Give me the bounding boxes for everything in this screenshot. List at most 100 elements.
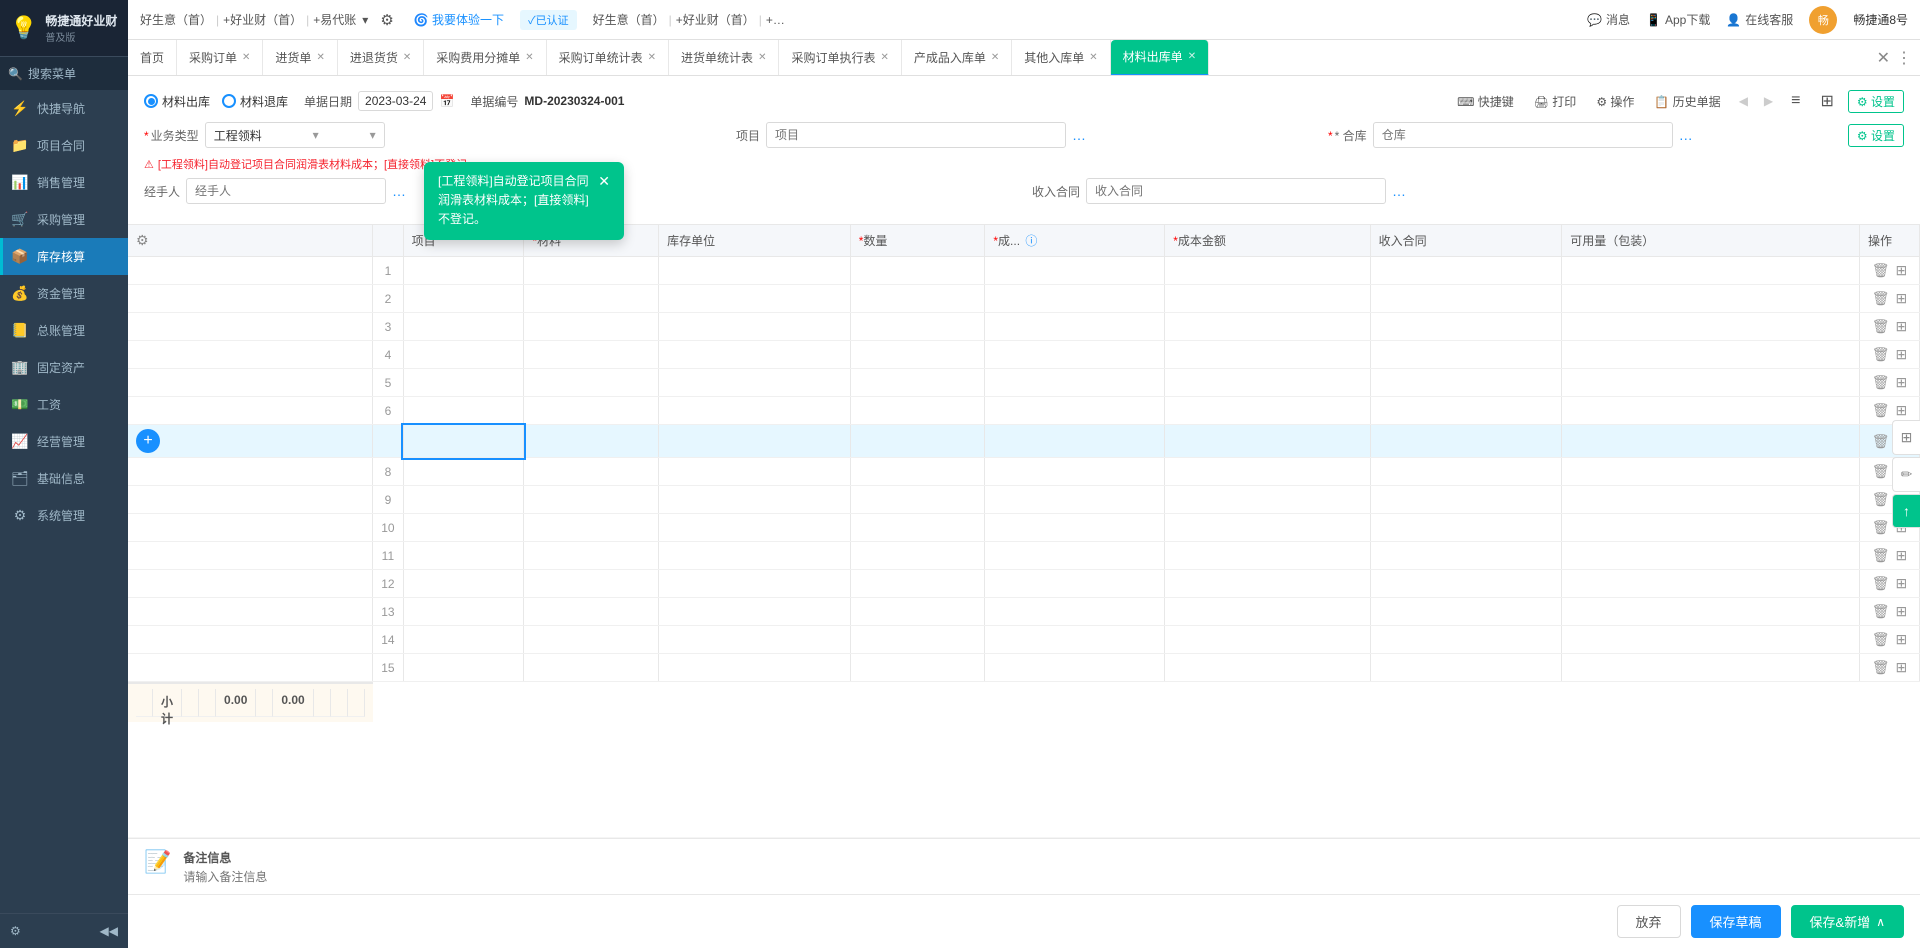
copy-row-btn[interactable]: ⊞ xyxy=(1896,346,1908,363)
sidebar-item-sales[interactable]: 📊 销售管理 xyxy=(0,164,128,201)
delete-row-btn[interactable]: 🗑 xyxy=(1872,491,1890,508)
save-draft-btn[interactable]: 保存草稿 xyxy=(1691,905,1781,938)
copy-row-btn[interactable]: ⊞ xyxy=(1896,262,1908,279)
tab-material-issue[interactable]: 材料出库单✕ xyxy=(1111,40,1209,76)
copy-row-btn[interactable]: ⊞ xyxy=(1896,290,1908,307)
delete-row-btn[interactable]: 🗑 xyxy=(1872,463,1890,480)
sidebar-item-purchase[interactable]: 🛒 采购管理 xyxy=(0,201,128,238)
topbar-link-2[interactable]: +好业财（首） xyxy=(223,11,302,28)
tab-close-all-btn[interactable]: ✕ xyxy=(1877,48,1890,68)
business-type-select[interactable]: 工程领料 ▾ xyxy=(205,122,385,148)
topbar-dropdown-btn[interactable]: ▾ xyxy=(362,13,368,27)
delete-row-btn[interactable]: 🗑 xyxy=(1872,262,1890,279)
tab-purchase-order[interactable]: 采购订单✕ xyxy=(177,40,263,76)
username-label[interactable]: 畅捷通8号 xyxy=(1853,11,1908,28)
save-new-btn[interactable]: 保存&新增 ∧ xyxy=(1791,905,1904,938)
project-input[interactable] xyxy=(766,122,1066,148)
discard-btn[interactable]: 放弃 xyxy=(1617,905,1681,938)
tab-more-btn[interactable]: ⋮ xyxy=(1896,48,1912,68)
tab-close-purchase-expense[interactable]: ✕ xyxy=(525,52,533,63)
copy-row-btn[interactable]: ⊞ xyxy=(1896,318,1908,335)
copy-row-btn[interactable]: ⊞ xyxy=(1896,374,1908,391)
tab-close-goods-receipt[interactable]: ✕ xyxy=(316,52,324,63)
delete-row-btn[interactable]: 🗑 xyxy=(1872,519,1890,536)
topbar-link-more[interactable]: +… xyxy=(766,13,785,27)
tab-other-receipt[interactable]: 其他入库单✕ xyxy=(1012,40,1110,76)
sidebar-item-finance[interactable]: 💰 资金管理 xyxy=(0,275,128,312)
print-btn[interactable]: 🖨 打印 xyxy=(1528,90,1583,113)
tab-purchase-stats[interactable]: 采购订单统计表✕ xyxy=(547,40,669,76)
sidebar-item-system[interactable]: ⚙ 系统管理 xyxy=(0,497,128,534)
notes-input[interactable] xyxy=(183,870,1904,884)
settings-bottom-icon[interactable]: ⚙ xyxy=(10,924,21,938)
income-contract-input[interactable] xyxy=(1086,178,1386,204)
side-float-upload-btn[interactable]: ↑ xyxy=(1892,494,1920,528)
user-avatar[interactable]: 畅 xyxy=(1809,6,1837,34)
tooltip-close-btn[interactable]: ✕ xyxy=(598,170,610,192)
copy-row-btn[interactable]: ⊞ xyxy=(1896,402,1908,419)
radio-material-issue[interactable]: 材料出库 xyxy=(144,93,210,110)
topbar-link-3[interactable]: +易代账 xyxy=(313,11,356,28)
tab-purchase-execution[interactable]: 采购订单执行表✕ xyxy=(779,40,901,76)
delete-row-btn[interactable]: 🗑 xyxy=(1872,290,1890,307)
shortcut-key-btn[interactable]: ⌨ 快捷键 xyxy=(1451,90,1520,113)
topbar-experience-link[interactable]: 🌀 我要体验一下 xyxy=(414,11,504,28)
delete-row-btn[interactable]: 🗑 xyxy=(1872,318,1890,335)
tab-close-purchase-order[interactable]: ✕ xyxy=(242,52,250,63)
sidebar-item-basic-info[interactable]: 🗂 基础信息 xyxy=(0,460,128,497)
copy-row-btn[interactable]: ⊞ xyxy=(1896,547,1908,564)
topbar-settings-btn[interactable]: ⚙ xyxy=(380,11,393,29)
topbar-link-4[interactable]: 好生意（首） xyxy=(593,11,665,28)
tab-goods-receipt[interactable]: 进货单✕ xyxy=(263,40,337,76)
table-settings-gear-icon[interactable]: ⚙ xyxy=(136,232,149,248)
list-view-btn[interactable]: ≡ xyxy=(1785,89,1806,113)
topbar-link-5[interactable]: +好业财（首） xyxy=(676,11,755,28)
app-download-btn[interactable]: 📱 App下载 xyxy=(1646,11,1710,28)
radio-material-return[interactable]: 材料退库 xyxy=(222,93,288,110)
side-float-edit-btn[interactable]: ✏ xyxy=(1892,457,1920,492)
add-row-btn[interactable]: + xyxy=(136,429,160,453)
sidebar-search[interactable]: 🔍 搜索菜单 xyxy=(0,57,128,90)
delete-row-btn[interactable]: 🗑 xyxy=(1872,631,1890,648)
copy-row-btn[interactable]: ⊞ xyxy=(1896,603,1908,620)
copy-row-btn[interactable]: ⊞ xyxy=(1896,631,1908,648)
sidebar-item-assets[interactable]: 🏢 固定资产 xyxy=(0,349,128,386)
sidebar-item-payroll[interactable]: 💵 工资 xyxy=(0,386,128,423)
tab-close-goods-return[interactable]: ✕ xyxy=(403,52,411,63)
calendar-icon[interactable]: 📅 xyxy=(439,94,454,108)
delete-row-btn[interactable]: 🗑 xyxy=(1872,547,1890,564)
tab-close-purchase-stats[interactable]: ✕ xyxy=(648,52,656,63)
tab-close-goods-stats[interactable]: ✕ xyxy=(758,52,766,63)
sidebar-item-operations[interactable]: 📈 经营管理 xyxy=(0,423,128,460)
delete-row-btn[interactable]: 🗑 xyxy=(1872,603,1890,620)
handler-input[interactable] xyxy=(186,178,386,204)
delete-row-btn[interactable]: 🗑 xyxy=(1872,374,1890,391)
tab-home[interactable]: 首页 xyxy=(128,40,177,76)
copy-row-btn[interactable]: ⊞ xyxy=(1896,575,1908,592)
sidebar-item-inventory[interactable]: 📦 库存核算 xyxy=(0,238,128,275)
cost-price-info-icon[interactable]: ⓘ xyxy=(1025,234,1037,248)
side-float-grid-btn[interactable]: ⊞ xyxy=(1892,420,1920,455)
tab-finished-goods[interactable]: 产成品入库单✕ xyxy=(902,40,1012,76)
tab-purchase-expense[interactable]: 采购费用分摊单✕ xyxy=(424,40,546,76)
tab-close-material-issue[interactable]: ✕ xyxy=(1188,51,1196,62)
delete-row-btn[interactable]: 🗑 xyxy=(1872,346,1890,363)
online-service-btn[interactable]: 👤 在线客服 xyxy=(1726,11,1793,28)
warehouse-dots-btn[interactable]: … xyxy=(1679,127,1693,143)
tab-goods-return[interactable]: 进退货货✕ xyxy=(338,40,424,76)
settings-btn[interactable]: ⚙ 设置 xyxy=(1848,90,1904,113)
project-dots-btn[interactable]: … xyxy=(1072,127,1086,143)
tab-close-finished-goods[interactable]: ✕ xyxy=(991,52,999,63)
sidebar-item-quick-nav[interactable]: ⚡ 快捷导航 xyxy=(0,90,128,127)
handler-dots-btn[interactable]: … xyxy=(392,183,406,199)
operations-btn[interactable]: ⚙ 操作 xyxy=(1590,90,1640,113)
date-value[interactable]: 2023-03-24 xyxy=(358,91,433,111)
delete-row-btn[interactable]: 🗑 xyxy=(1872,659,1890,676)
copy-row-btn[interactable]: ⊞ xyxy=(1896,659,1908,676)
col-settings[interactable]: ⚙ xyxy=(128,225,373,257)
tab-close-purchase-execution[interactable]: ✕ xyxy=(880,52,888,63)
tab-goods-stats[interactable]: 进货单统计表✕ xyxy=(669,40,779,76)
sidebar-item-ledger[interactable]: 📒 总账管理 xyxy=(0,312,128,349)
message-btn[interactable]: 💬 消息 xyxy=(1587,11,1630,28)
tab-close-other-receipt[interactable]: ✕ xyxy=(1089,52,1097,63)
